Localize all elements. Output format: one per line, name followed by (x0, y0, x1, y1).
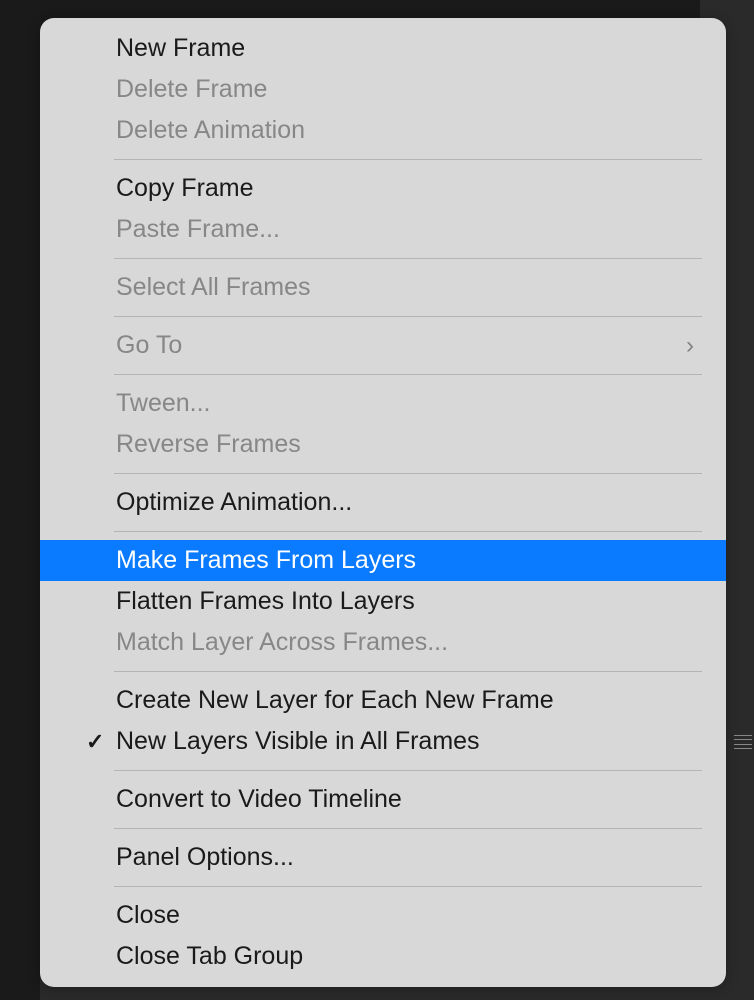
menu-separator (114, 531, 702, 532)
menu-item-convert-to-video-timeline[interactable]: Convert to Video Timeline (40, 779, 726, 820)
menu-item-paste-frame: Paste Frame... (40, 209, 726, 250)
chevron-right-icon: › (686, 329, 694, 362)
menu-item-label: Make Frames From Layers (116, 544, 416, 577)
menu-separator (114, 258, 702, 259)
menu-separator (114, 886, 702, 887)
menu-item-reverse-frames: Reverse Frames (40, 424, 726, 465)
menu-item-flatten-frames-into-layers[interactable]: Flatten Frames Into Layers (40, 581, 726, 622)
menu-item-label: Optimize Animation... (116, 486, 352, 519)
menu-item-label: Flatten Frames Into Layers (116, 585, 415, 618)
menu-item-label: Tween... (116, 387, 211, 420)
menu-item-select-all-frames: Select All Frames (40, 267, 726, 308)
menu-item-panel-options[interactable]: Panel Options... (40, 837, 726, 878)
menu-item-optimize-animation[interactable]: Optimize Animation... (40, 482, 726, 523)
menu-item-copy-frame[interactable]: Copy Frame (40, 168, 726, 209)
context-menu: New Frame Delete Frame Delete Animation Cop… (40, 18, 726, 987)
menu-item-label: Select All Frames (116, 271, 311, 304)
menu-item-match-layer-across-frames: Match Layer Across Frames... (40, 622, 726, 663)
menu-item-create-new-layer-for-each-new-frame[interactable]: Create New Layer for Each New Frame (40, 680, 726, 721)
background-sidebar (0, 0, 40, 1000)
menu-item-delete-frame: Delete Frame (40, 69, 726, 110)
menu-item-close[interactable]: Close (40, 895, 726, 936)
menu-item-label: Paste Frame... (116, 213, 280, 246)
menu-item-label: Copy Frame (116, 172, 254, 205)
menu-separator (114, 374, 702, 375)
menu-separator (114, 473, 702, 474)
menu-item-label: Panel Options... (116, 841, 294, 874)
menu-item-make-frames-from-layers[interactable]: Make Frames From Layers (40, 540, 726, 581)
menu-item-new-frame[interactable]: New Frame (40, 28, 726, 69)
menu-item-label: New Frame (116, 32, 245, 65)
menu-item-label: Create New Layer for Each New Frame (116, 684, 554, 717)
menu-item-label: Convert to Video Timeline (116, 783, 402, 816)
menu-item-label: Match Layer Across Frames... (116, 626, 448, 659)
menu-item-label: Reverse Frames (116, 428, 301, 461)
menu-item-label: New Layers Visible in All Frames (116, 725, 480, 758)
menu-item-tween: Tween... (40, 383, 726, 424)
menu-item-close-tab-group[interactable]: Close Tab Group (40, 936, 726, 977)
menu-item-delete-animation: Delete Animation (40, 110, 726, 151)
menu-item-label: Delete Animation (116, 114, 305, 147)
menu-item-label: Go To (116, 329, 182, 362)
menu-separator (114, 159, 702, 160)
menu-separator (114, 828, 702, 829)
menu-separator (114, 671, 702, 672)
menu-separator (114, 316, 702, 317)
menu-item-go-to: Go To › (40, 325, 726, 366)
menu-item-label: Close (116, 899, 180, 932)
menu-item-new-layers-visible-in-all-frames[interactable]: ✓ New Layers Visible in All Frames (40, 721, 726, 762)
panel-drag-handle-icon[interactable] (732, 735, 754, 749)
menu-separator (114, 770, 702, 771)
checkmark-icon: ✓ (86, 725, 104, 758)
menu-item-label: Delete Frame (116, 73, 267, 106)
menu-item-label: Close Tab Group (116, 940, 303, 973)
